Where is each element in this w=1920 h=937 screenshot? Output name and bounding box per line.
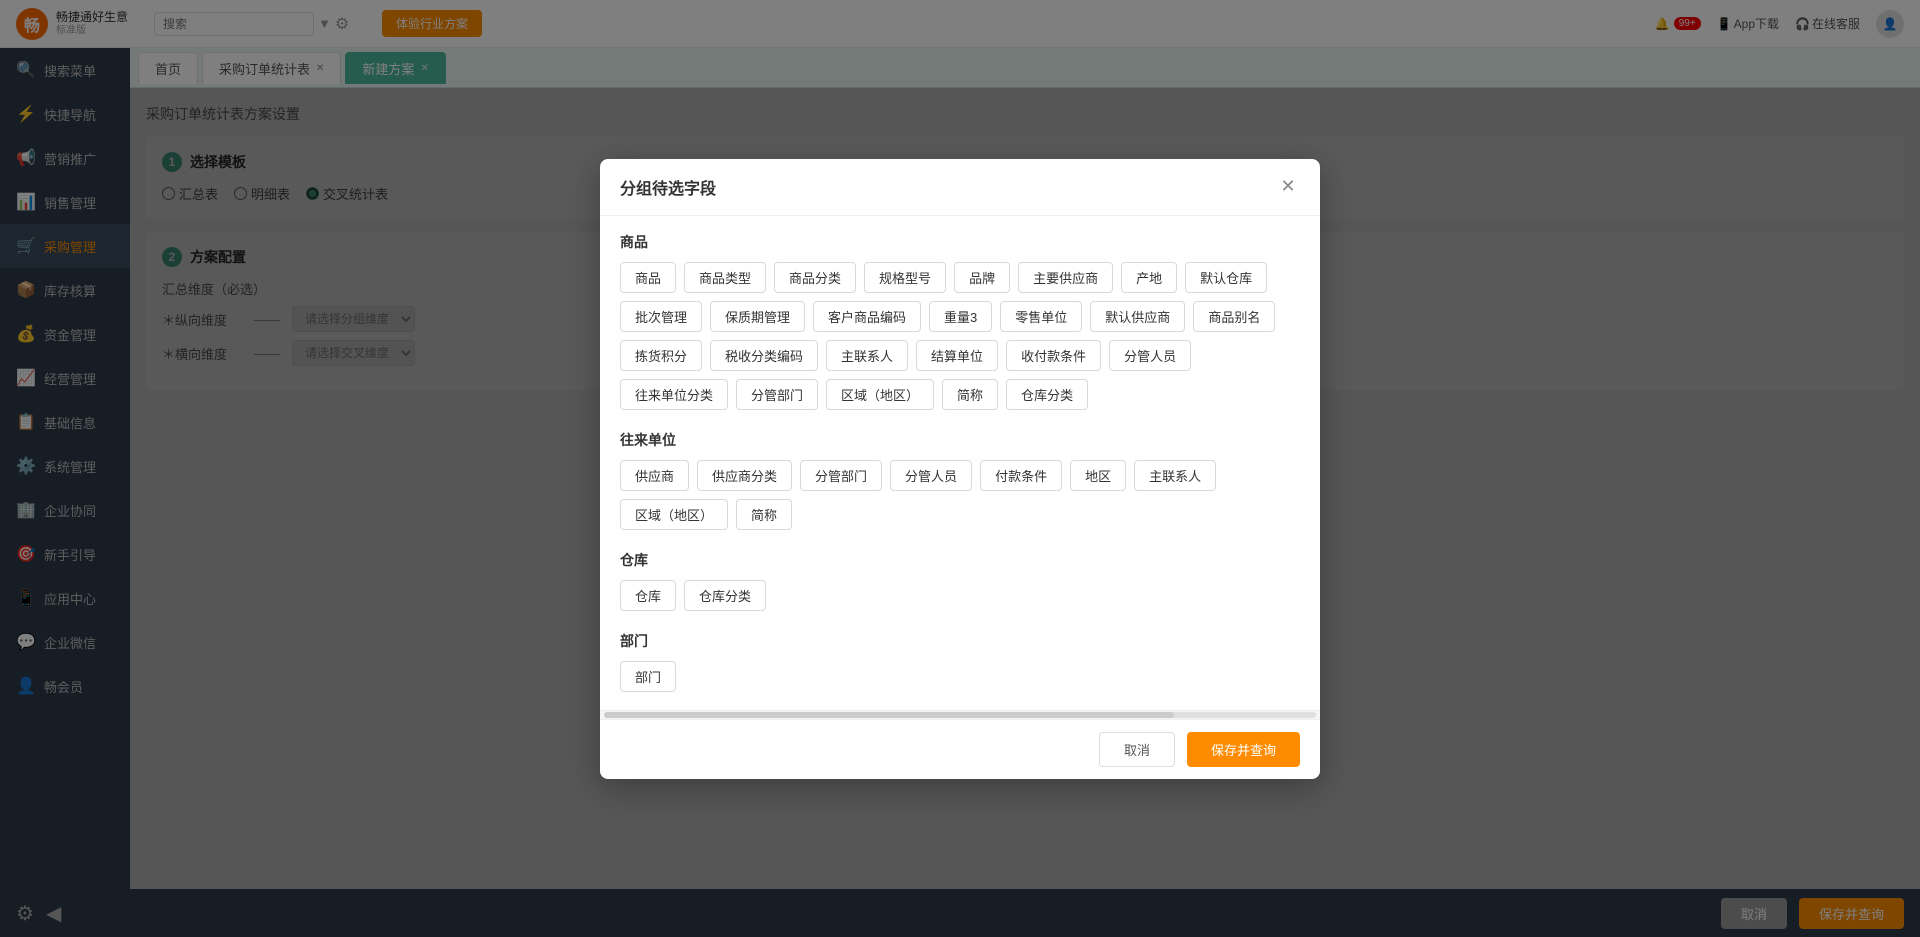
department-field-tags: 部门 bbox=[620, 661, 1300, 692]
counterpart-group-title: 往来单位 bbox=[620, 430, 1300, 450]
field-tag-brand[interactable]: 品牌 bbox=[954, 262, 1010, 293]
modal-body: 商品 商品 商品类型 商品分类 规格型号 品牌 主要供应商 产地 默认仓库 批次… bbox=[600, 216, 1320, 711]
field-tag-manager[interactable]: 分管人员 bbox=[1109, 340, 1191, 371]
field-tag-goods-category[interactable]: 商品分类 bbox=[774, 262, 856, 293]
goods-field-tags: 商品 商品类型 商品分类 规格型号 品牌 主要供应商 产地 默认仓库 批次管理 … bbox=[620, 262, 1300, 410]
field-tag-abbr-goods[interactable]: 简称 bbox=[942, 379, 998, 410]
field-tag-goods-alias[interactable]: 商品别名 bbox=[1193, 301, 1275, 332]
field-tag-region-goods[interactable]: 区域（地区） bbox=[826, 379, 934, 410]
field-tag-warehouse-category-goods[interactable]: 仓库分类 bbox=[1006, 379, 1088, 410]
modal-save-button[interactable]: 保存并查询 bbox=[1187, 732, 1300, 767]
field-tag-origin[interactable]: 产地 bbox=[1121, 262, 1177, 293]
field-tag-customer-code[interactable]: 客户商品编码 bbox=[813, 301, 921, 332]
field-tag-default-warehouse[interactable]: 默认仓库 bbox=[1185, 262, 1267, 293]
modal-horizontal-scrollbar[interactable] bbox=[600, 710, 1320, 718]
field-tag-abbr-counterpart[interactable]: 简称 bbox=[736, 499, 792, 530]
field-group-goods: 商品 商品 商品类型 商品分类 规格型号 品牌 主要供应商 产地 默认仓库 批次… bbox=[620, 232, 1300, 410]
field-group-warehouse: 仓库 仓库 仓库分类 bbox=[620, 550, 1300, 611]
field-tag-spec-model[interactable]: 规格型号 bbox=[864, 262, 946, 293]
field-tag-region-counterpart[interactable]: 地区 bbox=[1070, 460, 1126, 491]
department-group-title: 部门 bbox=[620, 631, 1300, 651]
field-tag-payment-cond[interactable]: 付款条件 bbox=[980, 460, 1062, 491]
field-tag-expiry-mgmt[interactable]: 保质期管理 bbox=[710, 301, 805, 332]
field-group-counterpart: 往来单位 供应商 供应商分类 分管部门 分管人员 付款条件 地区 主联系人 区域… bbox=[620, 430, 1300, 530]
counterpart-field-tags: 供应商 供应商分类 分管部门 分管人员 付款条件 地区 主联系人 区域（地区） … bbox=[620, 460, 1300, 530]
field-tag-batch-mgmt[interactable]: 批次管理 bbox=[620, 301, 702, 332]
field-tag-person-counterpart[interactable]: 分管人员 bbox=[890, 460, 972, 491]
field-tag-warehouse-category[interactable]: 仓库分类 bbox=[684, 580, 766, 611]
field-tag-goods-type[interactable]: 商品类型 bbox=[684, 262, 766, 293]
modal-title: 分组待选字段 bbox=[620, 175, 716, 199]
field-tag-main-supplier[interactable]: 主要供应商 bbox=[1018, 262, 1113, 293]
field-tag-counterpart-category[interactable]: 往来单位分类 bbox=[620, 379, 728, 410]
warehouse-group-title: 仓库 bbox=[620, 550, 1300, 570]
field-tag-goods[interactable]: 商品 bbox=[620, 262, 676, 293]
field-tag-supplier[interactable]: 供应商 bbox=[620, 460, 689, 491]
field-tag-supplier-category[interactable]: 供应商分类 bbox=[697, 460, 792, 491]
warehouse-field-tags: 仓库 仓库分类 bbox=[620, 580, 1300, 611]
field-tag-warehouse[interactable]: 仓库 bbox=[620, 580, 676, 611]
field-tag-pick-points[interactable]: 拣货积分 bbox=[620, 340, 702, 371]
field-tag-main-contact-counterpart[interactable]: 主联系人 bbox=[1134, 460, 1216, 491]
modal-footer: 取消 保存并查询 bbox=[600, 719, 1320, 779]
field-tag-weight3[interactable]: 重量3 bbox=[929, 301, 992, 332]
field-tag-settlement-unit[interactable]: 结算单位 bbox=[916, 340, 998, 371]
modal-cancel-button[interactable]: 取消 bbox=[1099, 732, 1175, 767]
field-tag-tax-code[interactable]: 税收分类编码 bbox=[710, 340, 818, 371]
field-tag-dept-counterpart[interactable]: 分管部门 bbox=[800, 460, 882, 491]
modal-close-button[interactable]: ✕ bbox=[1276, 175, 1300, 199]
field-tag-payment-terms[interactable]: 收付款条件 bbox=[1006, 340, 1101, 371]
modal-overlay: 分组待选字段 ✕ 商品 商品 商品类型 商品分类 规格型号 品牌 主要供应商 产… bbox=[0, 0, 1920, 937]
modal-header: 分组待选字段 ✕ bbox=[600, 159, 1320, 216]
field-tag-main-contact[interactable]: 主联系人 bbox=[826, 340, 908, 371]
goods-group-title: 商品 bbox=[620, 232, 1300, 252]
field-select-modal: 分组待选字段 ✕ 商品 商品 商品类型 商品分类 规格型号 品牌 主要供应商 产… bbox=[600, 159, 1320, 779]
field-tag-retail-unit[interactable]: 零售单位 bbox=[1000, 301, 1082, 332]
field-tag-department[interactable]: 部门 bbox=[620, 661, 676, 692]
field-tag-manage-dept[interactable]: 分管部门 bbox=[736, 379, 818, 410]
field-group-department: 部门 部门 bbox=[620, 631, 1300, 692]
field-tag-default-supplier[interactable]: 默认供应商 bbox=[1090, 301, 1185, 332]
field-tag-region2-counterpart[interactable]: 区域（地区） bbox=[620, 499, 728, 530]
